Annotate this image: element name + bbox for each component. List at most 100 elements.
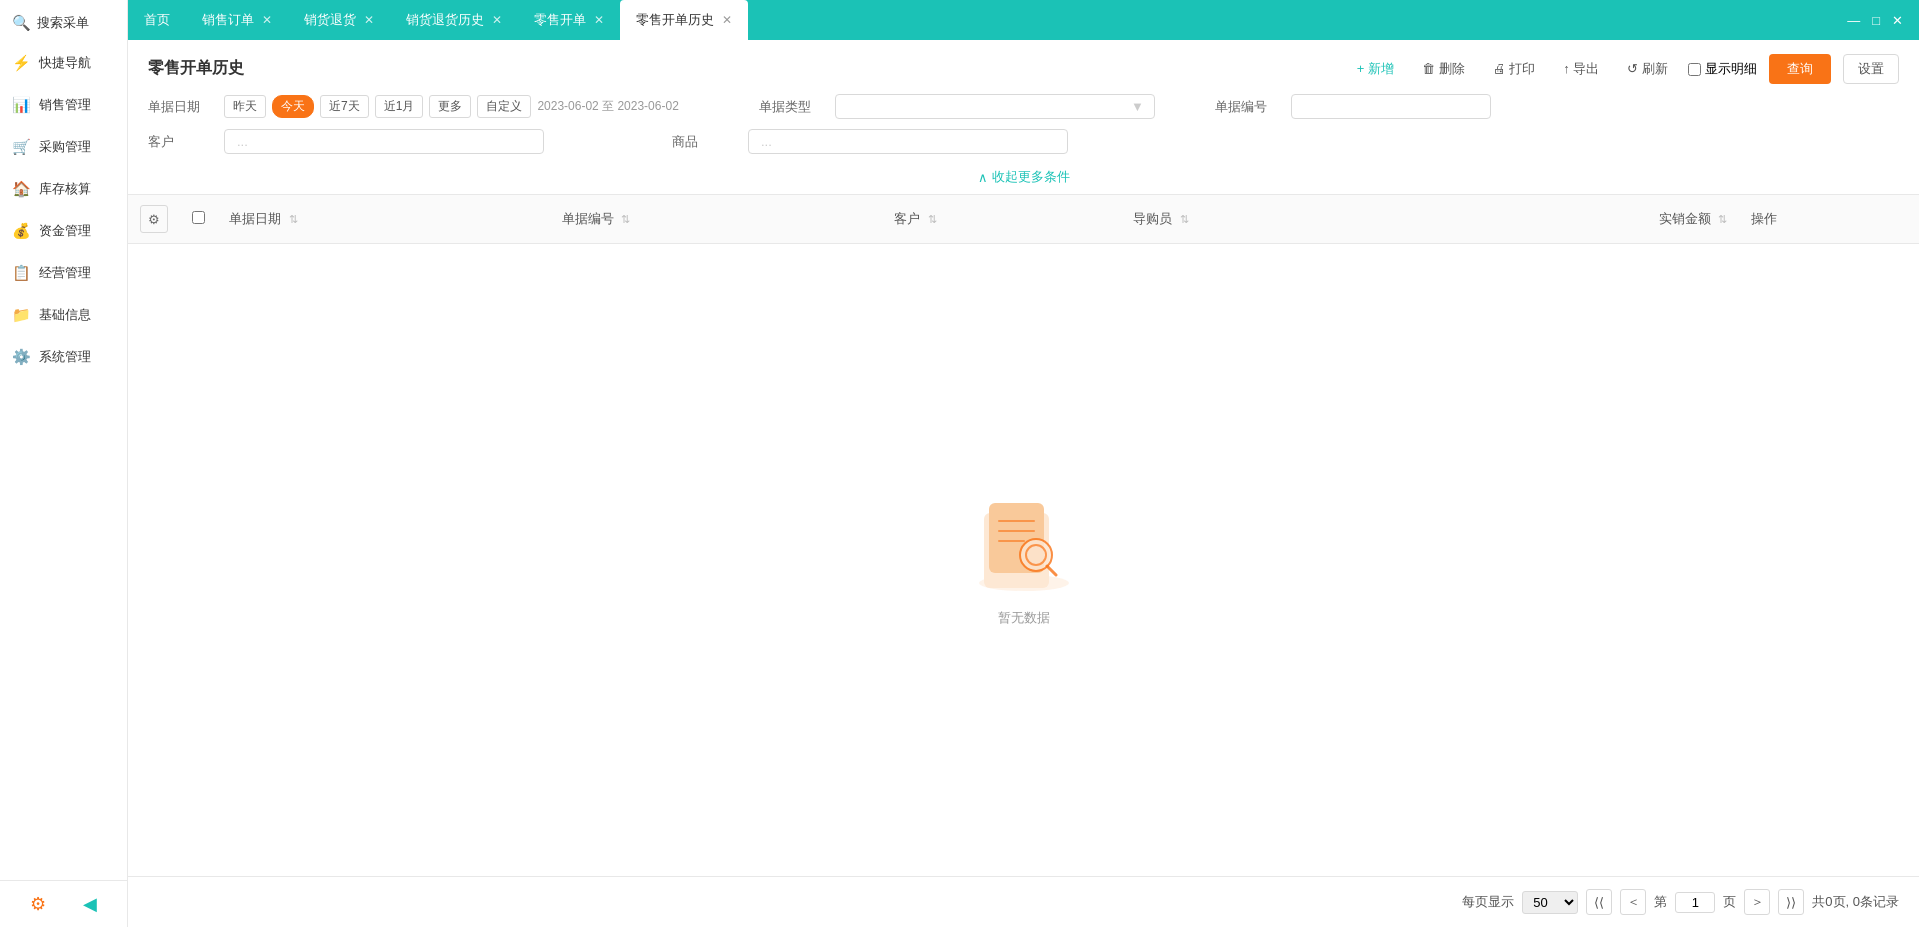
date-btn-more[interactable]: 更多 (429, 95, 471, 118)
customer-label: 客户 (148, 133, 204, 151)
salesperson-sort-icon[interactable]: ⇅ (1180, 213, 1189, 225)
doc-no-input[interactable] (1291, 94, 1491, 119)
print-button[interactable]: 🖨 打印 (1485, 56, 1544, 82)
tab-sales-return-close[interactable]: ✕ (364, 13, 374, 27)
toolbar: + 新增 🗑 删除 🖨 打印 ↑ 导出 ↺ 刷新 显示明细 查询 设置 (1349, 54, 1899, 84)
inventory-label: 库存核算 (39, 180, 91, 198)
sidebar-item-operation[interactable]: 📋 经营管理 (0, 252, 127, 294)
tab-retail-history[interactable]: 零售开单历史 ✕ (620, 0, 748, 40)
delete-button[interactable]: 🗑 删除 (1414, 56, 1473, 82)
date-sort-icon[interactable]: ⇅ (289, 213, 298, 225)
amount-sort-icon[interactable]: ⇅ (1718, 213, 1727, 225)
total-text: 共0页, 0条记录 (1812, 893, 1899, 911)
sidebar-bottom: ⚙ ◀ (0, 880, 127, 927)
sidebar-item-inventory[interactable]: 🏠 库存核算 (0, 168, 127, 210)
empty-text: 暂无数据 (998, 609, 1050, 627)
tab-sales-order-close[interactable]: ✕ (262, 13, 272, 27)
pagination: 每页显示 50 10 20 100 ⟨⟨ ＜ 第 页 ＞ ⟩⟩ 共0页, 0条记… (128, 876, 1919, 927)
search-icon: 🔍 (12, 14, 31, 32)
date-btn-custom[interactable]: 自定义 (477, 95, 531, 118)
base-icon: 📁 (12, 306, 31, 324)
tab-retail-open-close[interactable]: ✕ (594, 13, 604, 27)
tab-retail-history-close[interactable]: ✕ (722, 13, 732, 27)
setting-button[interactable]: 设置 (1843, 54, 1899, 84)
display-detail-label: 显示明细 (1705, 60, 1757, 78)
customer-select-btn[interactable]: ... (224, 129, 544, 154)
settings-bottom-icon[interactable]: ⚙ (30, 893, 46, 915)
date-btn-today[interactable]: 今天 (272, 95, 314, 118)
refresh-button[interactable]: ↺ 刷新 (1619, 56, 1676, 82)
sidebar-item-sales[interactable]: 📊 销售管理 (0, 84, 127, 126)
product-select-btn[interactable]: ... (748, 129, 1068, 154)
sidebar-item-quick-nav[interactable]: ⚡ 快捷导航 (0, 42, 127, 84)
tab-sales-return[interactable]: 销货退货 ✕ (288, 0, 390, 40)
display-detail-toggle[interactable]: 显示明细 (1688, 60, 1757, 78)
doc-type-label: 单据类型 (759, 98, 815, 116)
th-action: 操作 (1739, 195, 1919, 244)
export-button[interactable]: ↑ 导出 (1555, 56, 1607, 82)
sidebar-item-system[interactable]: ⚙️ 系统管理 (0, 336, 127, 378)
column-settings-btn[interactable]: ⚙ (140, 205, 168, 233)
th-amount: 实销金额 ⇅ (1407, 195, 1740, 244)
system-label: 系统管理 (39, 348, 91, 366)
maximize-btn[interactable]: □ (1872, 13, 1880, 28)
window-controls: — □ ✕ (1847, 13, 1919, 28)
page-suffix: 页 (1723, 893, 1736, 911)
tab-home[interactable]: 首页 (128, 0, 186, 40)
finance-label: 资金管理 (39, 222, 91, 240)
collapse-icon: ∧ (978, 170, 988, 185)
finance-icon: 💰 (12, 222, 31, 240)
sidebar-item-base[interactable]: 📁 基础信息 (0, 294, 127, 336)
collapse-sidebar-icon[interactable]: ◀ (83, 893, 97, 915)
doc-type-select[interactable]: ▼ (835, 94, 1155, 119)
sidebar: 🔍 搜索采单 ⚡ 快捷导航 📊 销售管理 🛒 采购管理 🏠 库存核算 💰 资金管… (0, 0, 128, 927)
sidebar-item-purchase[interactable]: 🛒 采购管理 (0, 126, 127, 168)
table-header-row: ⚙ 单据日期 ⇅ 单据编号 ⇅ 客户 ⇅ (128, 195, 1919, 244)
tab-sales-return-history[interactable]: 销货退货历史 ✕ (390, 0, 518, 40)
minimize-btn[interactable]: — (1847, 13, 1860, 28)
close-btn-window[interactable]: ✕ (1892, 13, 1903, 28)
th-date: 单据日期 ⇅ (217, 195, 550, 244)
th-no: 单据编号 ⇅ (550, 195, 883, 244)
tab-bar: 首页 销售订单 ✕ 销货退货 ✕ 销货退货历史 ✕ 零售开单 ✕ 零售开单历史 … (128, 0, 1919, 40)
filter-area: 单据日期 昨天 今天 近7天 近1月 更多 自定义 2023-06-02 至 2… (148, 94, 1899, 194)
tab-retail-open[interactable]: 零售开单 ✕ (518, 0, 620, 40)
add-button[interactable]: + 新增 (1349, 56, 1402, 82)
per-page-select[interactable]: 50 10 20 100 (1522, 891, 1578, 914)
page-title: 零售开单历史 (148, 58, 244, 79)
tab-retail-open-label: 零售开单 (534, 11, 586, 29)
page-label: 第 (1654, 893, 1667, 911)
next-page-btn[interactable]: ＞ (1744, 889, 1770, 915)
page-input[interactable] (1675, 892, 1715, 913)
th-salesperson-label: 导购员 (1133, 211, 1172, 226)
date-btn-yesterday[interactable]: 昨天 (224, 95, 266, 118)
filter-row-1: 单据日期 昨天 今天 近7天 近1月 更多 自定义 2023-06-02 至 2… (148, 94, 1899, 119)
tab-sales-return-history-close[interactable]: ✕ (492, 13, 502, 27)
prev-page-btn[interactable]: ＜ (1620, 889, 1646, 915)
doc-no-label: 单据编号 (1215, 98, 1271, 116)
select-all-checkbox[interactable] (192, 211, 205, 224)
th-salesperson: 导购员 ⇅ (1121, 195, 1407, 244)
display-detail-checkbox[interactable] (1688, 63, 1701, 76)
search-menu[interactable]: 🔍 搜索采单 (0, 0, 127, 42)
quick-nav-label: 快捷导航 (39, 54, 91, 72)
date-btn-1month[interactable]: 近1月 (375, 95, 424, 118)
last-page-btn[interactable]: ⟩⟩ (1778, 889, 1804, 915)
th-date-label: 单据日期 (229, 211, 281, 226)
first-page-btn[interactable]: ⟨⟨ (1586, 889, 1612, 915)
sidebar-item-finance[interactable]: 💰 资金管理 (0, 210, 127, 252)
customer-sort-icon[interactable]: ⇅ (928, 213, 937, 225)
base-label: 基础信息 (39, 306, 91, 324)
tab-sales-return-label: 销货退货 (304, 11, 356, 29)
tab-home-label: 首页 (144, 11, 170, 29)
quick-nav-icon: ⚡ (12, 54, 31, 72)
date-btn-7days[interactable]: 近7天 (320, 95, 369, 118)
collapse-button[interactable]: ∧ 收起更多条件 (148, 164, 1899, 194)
query-button[interactable]: 查询 (1769, 54, 1831, 84)
tab-sales-order[interactable]: 销售订单 ✕ (186, 0, 288, 40)
th-gear: ⚙ (128, 195, 180, 244)
no-sort-icon[interactable]: ⇅ (621, 213, 630, 225)
per-page-label: 每页显示 (1462, 893, 1514, 911)
content-header: 零售开单历史 + 新增 🗑 删除 🖨 打印 ↑ 导出 ↺ 刷新 显示明细 查询 … (128, 40, 1919, 195)
main-content: 首页 销售订单 ✕ 销货退货 ✕ 销货退货历史 ✕ 零售开单 ✕ 零售开单历史 … (128, 0, 1919, 927)
